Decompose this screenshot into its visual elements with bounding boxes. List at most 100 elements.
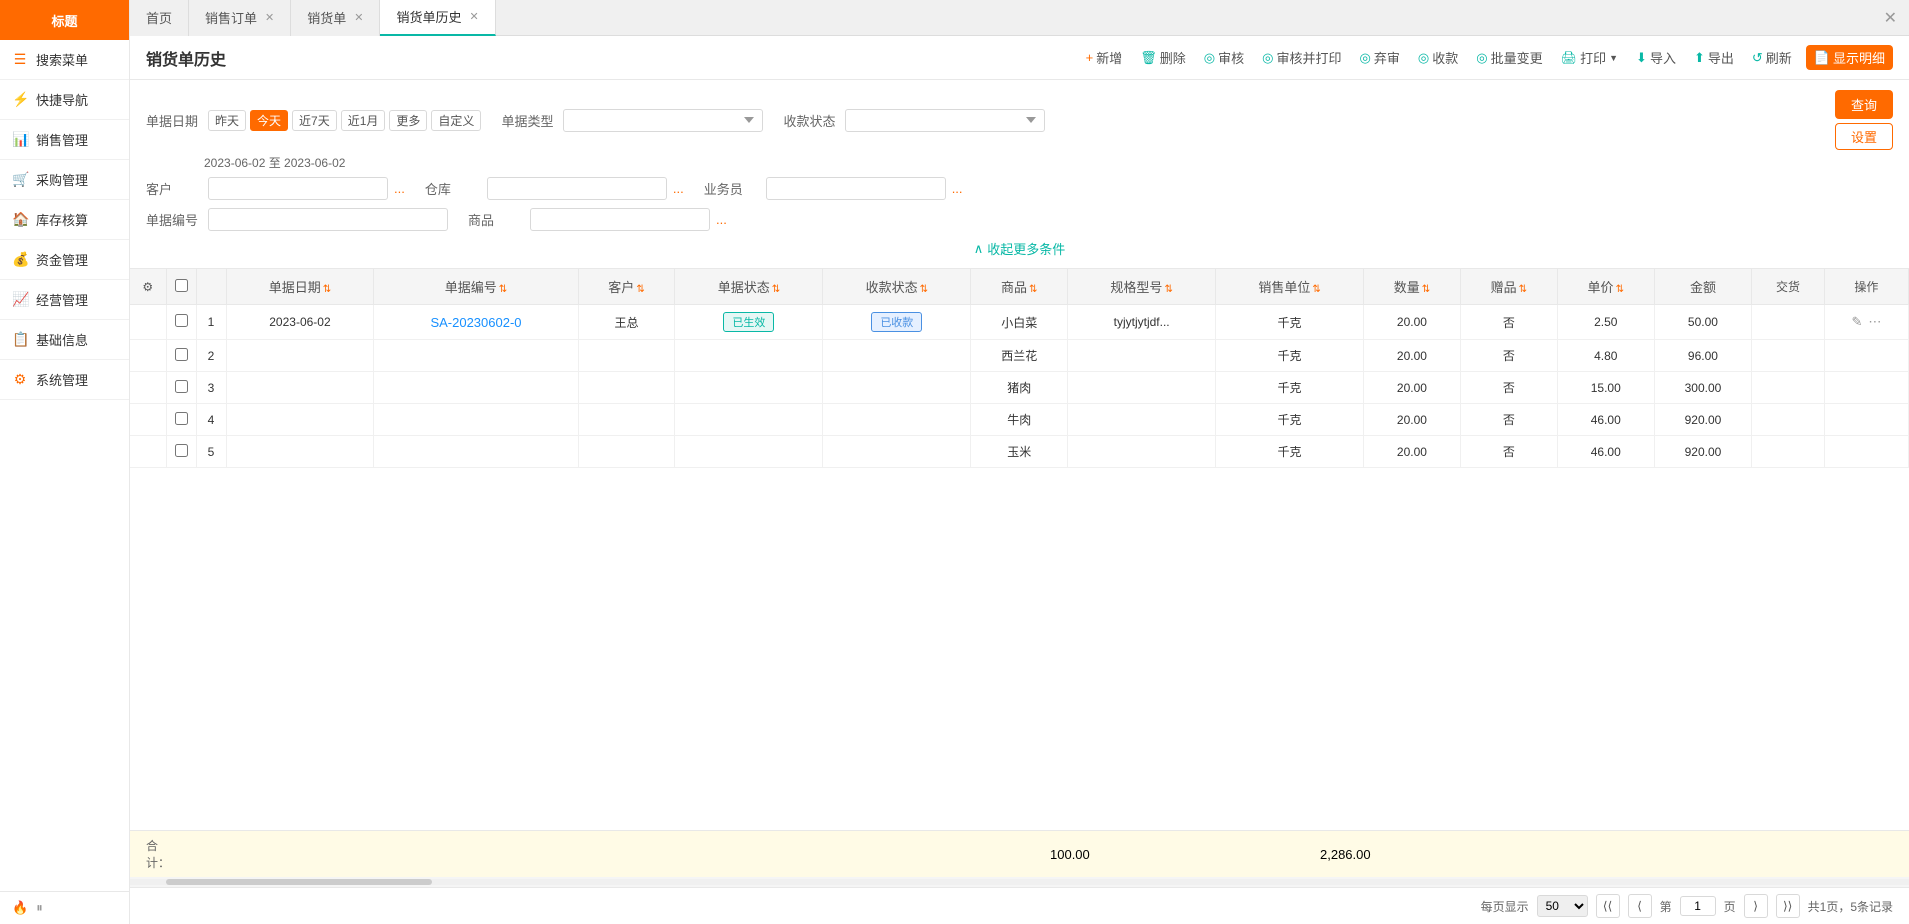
tab-sales-goods[interactable]: 销货单 ✕ xyxy=(291,0,380,36)
col-spec[interactable]: 规格型号⇅ xyxy=(1068,269,1216,305)
goods-label: 商品 xyxy=(468,210,524,229)
row-checkbox-4[interactable] xyxy=(175,444,188,457)
row-doc-no[interactable] xyxy=(374,372,578,404)
col-doc-no[interactable]: 单据编号⇅ xyxy=(374,269,578,305)
col-customer[interactable]: 客户⇅ xyxy=(578,269,675,305)
doc-no-input[interactable] xyxy=(208,208,448,231)
row-check[interactable] xyxy=(166,305,196,340)
col-gift[interactable]: 赠品⇅ xyxy=(1460,269,1557,305)
sidebar-item-purchase-mgmt[interactable]: 🛒 采购管理 xyxy=(0,160,129,200)
tab-sales-history[interactable]: 销货单历史 ✕ xyxy=(380,0,495,36)
row-action[interactable] xyxy=(1824,372,1908,404)
export-button[interactable]: ⬆ 导出 xyxy=(1690,46,1738,69)
row-action[interactable] xyxy=(1824,436,1908,468)
goods-input[interactable] xyxy=(530,208,710,231)
row-action[interactable] xyxy=(1824,340,1908,372)
row-action[interactable] xyxy=(1824,404,1908,436)
next-page-btn[interactable]: ⟩ xyxy=(1744,894,1768,918)
date-btn-1month[interactable]: 近1月 xyxy=(341,110,386,131)
select-all-checkbox[interactable] xyxy=(175,279,188,292)
sidebar-item-operations[interactable]: 📈 经营管理 xyxy=(0,280,129,320)
sidebar-item-inventory[interactable]: 🏠 库存核算 xyxy=(0,200,129,240)
row-doc-no[interactable]: SA-20230602-0 xyxy=(374,305,578,340)
row-doc-no[interactable] xyxy=(374,436,578,468)
doc-type-select[interactable] xyxy=(563,109,763,132)
date-btn-more[interactable]: 更多 xyxy=(389,110,427,131)
sidebar-item-finance[interactable]: 💰 资金管理 xyxy=(0,240,129,280)
edit-icon[interactable]: ✎ xyxy=(1851,314,1862,330)
page-input[interactable] xyxy=(1680,896,1716,916)
window-close-btn[interactable]: ✕ xyxy=(1872,8,1909,28)
sidebar-item-search-menu[interactable]: ☰ 搜索菜单 xyxy=(0,40,129,80)
col-goods[interactable]: 商品⇅ xyxy=(971,269,1068,305)
date-btn-today[interactable]: 今天 xyxy=(250,110,288,131)
row-checkbox-2[interactable] xyxy=(175,380,188,393)
row-check[interactable] xyxy=(166,404,196,436)
col-doc-status[interactable]: 单据状态⇅ xyxy=(675,269,823,305)
row-checkbox-1[interactable] xyxy=(175,348,188,361)
sidebar-item-sales-mgmt[interactable]: 📊 销售管理 xyxy=(0,120,129,160)
col-unit[interactable]: 销售单位⇅ xyxy=(1216,269,1364,305)
col-amount[interactable]: 金额 xyxy=(1654,269,1751,305)
import-button[interactable]: ⬇ 导入 xyxy=(1632,46,1680,69)
delete-button[interactable]: 🗑 删除 xyxy=(1136,46,1190,69)
collect-button[interactable]: ◎ 收款 xyxy=(1414,46,1462,69)
tab-close-sales-history[interactable]: ✕ xyxy=(470,10,479,23)
sales-icon: 📊 xyxy=(12,131,28,148)
setup-button[interactable]: 设置 xyxy=(1835,123,1893,150)
scrollbar-thumb[interactable] xyxy=(166,879,433,885)
col-gear[interactable]: ⚙ xyxy=(130,269,166,305)
prev-page-btn[interactable]: ⟨ xyxy=(1628,894,1652,918)
new-button[interactable]: + 新增 xyxy=(1082,46,1127,69)
customer-input[interactable] xyxy=(208,177,388,200)
goods-ellipsis[interactable]: ... xyxy=(716,212,727,227)
tab-home[interactable]: 首页 xyxy=(130,0,189,36)
sidebar-item-basic-info[interactable]: 📋 基础信息 xyxy=(0,320,129,360)
payment-status-select[interactable] xyxy=(845,109,1045,132)
warehouse-ellipsis[interactable]: ... xyxy=(673,181,684,196)
row-check[interactable] xyxy=(166,340,196,372)
col-unit-price[interactable]: 单价⇅ xyxy=(1557,269,1654,305)
row-check[interactable] xyxy=(166,372,196,404)
audit-print-button[interactable]: ◎ 审核并打印 xyxy=(1258,46,1345,69)
refresh-button[interactable]: ↺ 刷新 xyxy=(1748,46,1796,69)
row-checkbox-0[interactable] xyxy=(175,314,188,327)
query-button[interactable]: 查询 xyxy=(1835,90,1893,119)
tab-close-sales-order[interactable]: ✕ xyxy=(265,11,274,24)
col-payment-status[interactable]: 收款状态⇅ xyxy=(823,269,971,305)
more-icon[interactable]: ⋯ xyxy=(1868,314,1881,330)
customer-ellipsis[interactable]: ... xyxy=(394,181,405,196)
batch-change-button[interactable]: ◎ 批量变更 xyxy=(1472,46,1546,69)
abandon-button[interactable]: ◎ 弃审 xyxy=(1356,46,1404,69)
row-check[interactable] xyxy=(166,436,196,468)
horizontal-scrollbar[interactable] xyxy=(130,879,1909,885)
first-page-btn[interactable]: ⟨⟨ xyxy=(1596,894,1620,918)
salesperson-ellipsis[interactable]: ... xyxy=(952,181,963,196)
salesperson-input[interactable] xyxy=(766,177,946,200)
sidebar-item-system[interactable]: ⚙ 系统管理 xyxy=(0,360,129,400)
date-btn-custom[interactable]: 自定义 xyxy=(431,110,481,131)
print-button[interactable]: 🖨 打印 ▼ xyxy=(1557,46,1622,69)
show-detail-button[interactable]: 📄 显示明细 xyxy=(1806,45,1893,70)
fire-icon[interactable]: 🔥 xyxy=(12,900,28,916)
col-qty[interactable]: 数量⇅ xyxy=(1363,269,1460,305)
warehouse-input[interactable] xyxy=(487,177,667,200)
date-btn-7days[interactable]: 近7天 xyxy=(292,110,337,131)
date-btn-yesterday[interactable]: 昨天 xyxy=(208,110,246,131)
doc-no-link[interactable]: SA-20230602-0 xyxy=(430,315,521,330)
pause-icon[interactable]: ⏸ xyxy=(36,900,43,916)
tab-close-sales-goods[interactable]: ✕ xyxy=(354,11,363,24)
tab-sales-order[interactable]: 销售订单 ✕ xyxy=(189,0,291,36)
row-checkbox-3[interactable] xyxy=(175,412,188,425)
col-doc-date[interactable]: 单据日期⇅ xyxy=(226,269,374,305)
last-page-btn[interactable]: ⟩⟩ xyxy=(1776,894,1800,918)
col-check[interactable] xyxy=(166,269,196,305)
collapse-btn[interactable]: ∧ 收起更多条件 xyxy=(146,239,1893,258)
per-page-select[interactable]: 50 100 xyxy=(1537,895,1588,917)
row-doc-no[interactable] xyxy=(374,340,578,372)
audit-button[interactable]: ◎ 审核 xyxy=(1200,46,1248,69)
abandon-icon: ◎ xyxy=(1360,50,1371,66)
row-doc-no[interactable] xyxy=(374,404,578,436)
sidebar-item-quick-nav[interactable]: ⚡ 快捷导航 xyxy=(0,80,129,120)
row-action[interactable]: ✎⋯ xyxy=(1824,305,1908,340)
